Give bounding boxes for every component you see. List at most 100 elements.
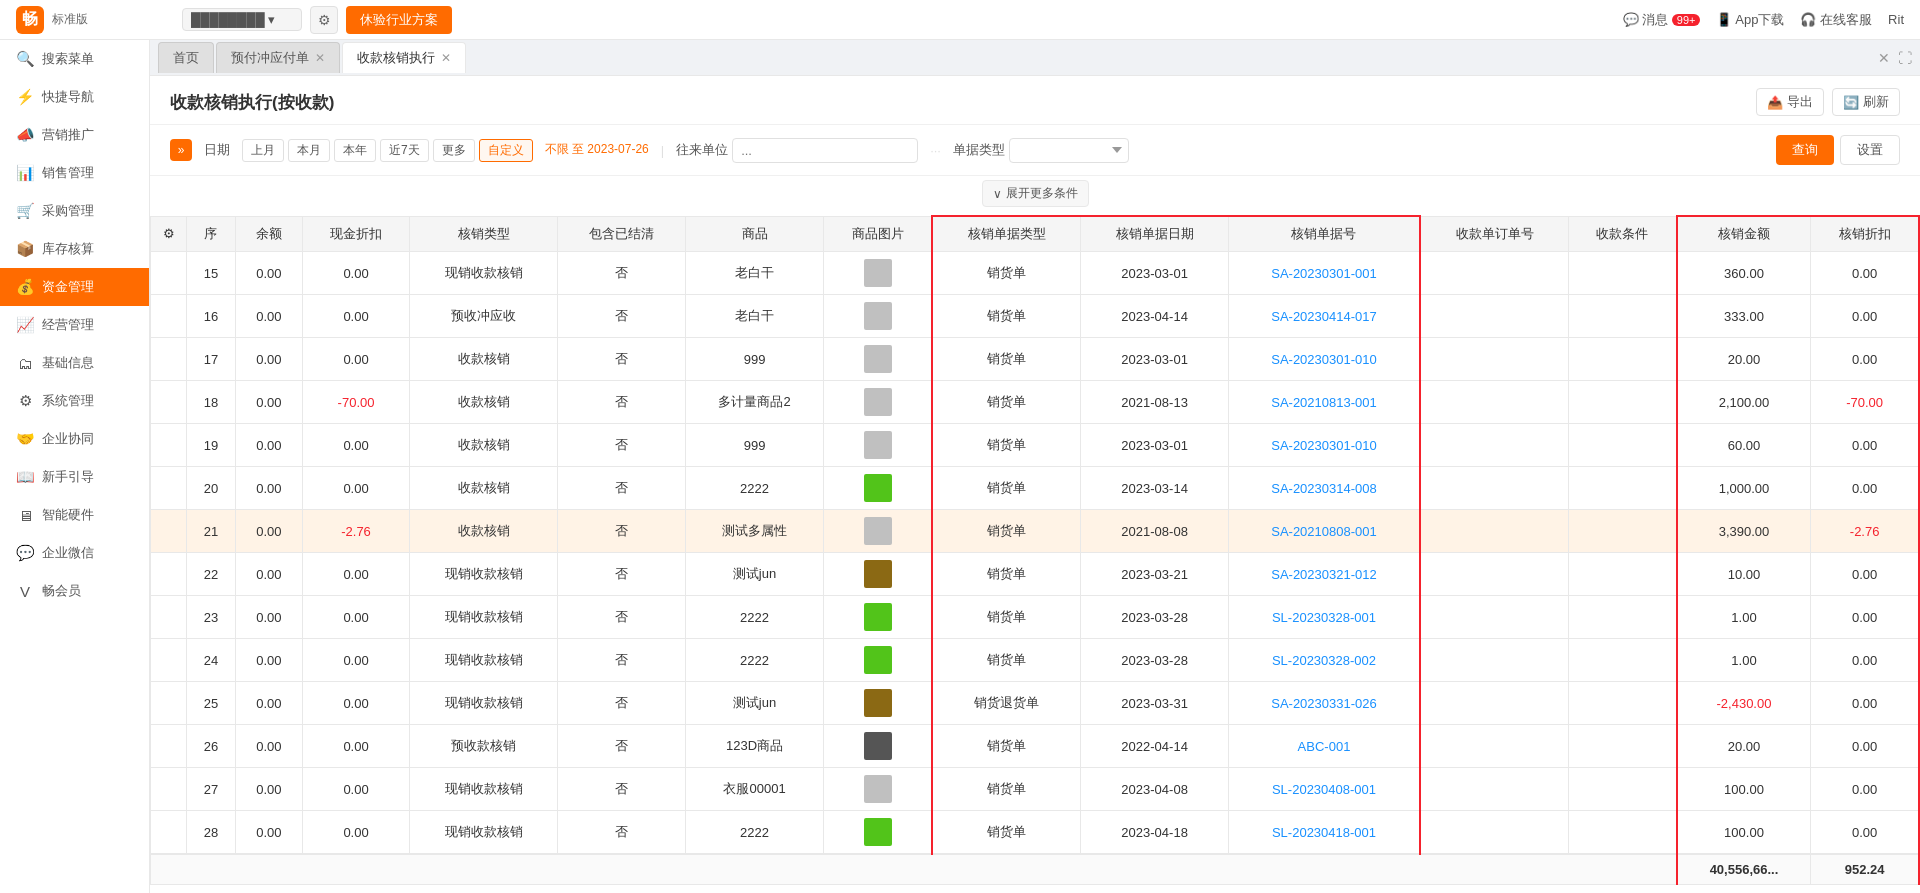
cell-verify-bill-no[interactable]: SL-20230328-001 xyxy=(1229,596,1420,639)
sidebar-item-hardware[interactable]: 🖥 智能硬件 xyxy=(0,496,149,534)
cell-gear[interactable] xyxy=(151,381,187,424)
gear-button[interactable]: ⚙ xyxy=(310,6,338,34)
date-tag-7days[interactable]: 近7天 xyxy=(380,139,429,162)
sidebar-item-system[interactable]: ⚙ 系统管理 xyxy=(0,382,149,420)
company-selector[interactable]: ████████ ▾ xyxy=(182,8,302,31)
table-row[interactable]: 17 0.00 0.00 收款核销 否 999 销货单 2023-03-01 S… xyxy=(151,338,1920,381)
cell-gear[interactable] xyxy=(151,811,187,855)
verify-bill-no-link[interactable]: SA-20210813-001 xyxy=(1271,395,1377,410)
cell-verify-bill-no[interactable]: SA-20230414-017 xyxy=(1229,295,1420,338)
date-tag-this-month[interactable]: 本月 xyxy=(288,139,330,162)
verify-bill-no-link[interactable]: SA-20230301-001 xyxy=(1271,266,1377,281)
cell-verify-bill-no[interactable]: SA-20210808-001 xyxy=(1229,510,1420,553)
tab-home[interactable]: 首页 xyxy=(158,42,214,73)
table-row[interactable]: 16 0.00 0.00 预收冲应收 否 老白干 销货单 2023-04-14 … xyxy=(151,295,1920,338)
verify-bill-no-link[interactable]: SA-20230321-012 xyxy=(1271,567,1377,582)
sidebar-item-operations[interactable]: 📈 经营管理 xyxy=(0,306,149,344)
settings-button[interactable]: 设置 xyxy=(1840,135,1900,165)
export-button[interactable]: 📤 导出 xyxy=(1756,88,1824,116)
partner-input[interactable] xyxy=(732,138,918,163)
cell-gear[interactable] xyxy=(151,424,187,467)
tab-close-all[interactable]: ✕ xyxy=(1878,50,1890,66)
verify-bill-no-link[interactable]: SA-20230301-010 xyxy=(1271,438,1377,453)
cell-verify-bill-no[interactable]: SA-20230301-010 xyxy=(1229,424,1420,467)
tab-receipt-verify[interactable]: 收款核销执行 ✕ xyxy=(342,42,466,73)
date-tag-last-month[interactable]: 上月 xyxy=(242,139,284,162)
cell-verify-bill-no[interactable]: SL-20230328-002 xyxy=(1229,639,1420,682)
cell-gear[interactable] xyxy=(151,725,187,768)
cell-verify-bill-no[interactable]: SA-20230301-001 xyxy=(1229,252,1420,295)
table-row[interactable]: 28 0.00 0.00 现销收款核销 否 2222 销货单 2023-04-1… xyxy=(151,811,1920,855)
table-row[interactable]: 18 0.00 -70.00 收款核销 否 多计量商品2 销货单 2021-08… xyxy=(151,381,1920,424)
cell-verify-bill-no[interactable]: SA-20210813-001 xyxy=(1229,381,1420,424)
date-tag-this-year[interactable]: 本年 xyxy=(334,139,376,162)
tab-prepay[interactable]: 预付冲应付单 ✕ xyxy=(216,42,340,73)
sidebar-item-basicinfo[interactable]: 🗂 基础信息 xyxy=(0,344,149,382)
verify-bill-no-link[interactable]: SA-20230331-026 xyxy=(1271,696,1377,711)
online-service[interactable]: 🎧 在线客服 xyxy=(1800,11,1872,29)
user-name[interactable]: Rit xyxy=(1888,12,1904,27)
verify-bill-no-link[interactable]: SA-20230301-010 xyxy=(1271,352,1377,367)
verify-bill-no-link[interactable]: ABC-001 xyxy=(1298,739,1351,754)
sidebar-item-inventory[interactable]: 📦 库存核算 xyxy=(0,230,149,268)
cell-verify-bill-no[interactable]: ABC-001 xyxy=(1229,725,1420,768)
cell-verify-bill-no[interactable]: SA-20230301-010 xyxy=(1229,338,1420,381)
industry-button[interactable]: 休验行业方案 xyxy=(346,6,452,34)
table-row[interactable]: 19 0.00 0.00 收款核销 否 999 销货单 2023-03-01 S… xyxy=(151,424,1920,467)
table-row[interactable]: 15 0.00 0.00 现销收款核销 否 老白干 销货单 2023-03-01… xyxy=(151,252,1920,295)
sidebar-item-marketing[interactable]: 📣 营销推广 xyxy=(0,116,149,154)
search-button[interactable]: 查询 xyxy=(1776,135,1834,165)
tab-prepay-close[interactable]: ✕ xyxy=(315,51,325,65)
cell-gear[interactable] xyxy=(151,553,187,596)
verify-bill-no-link[interactable]: SA-20230314-008 xyxy=(1271,481,1377,496)
cell-gear[interactable] xyxy=(151,338,187,381)
table-row[interactable]: 21 0.00 -2.76 收款核销 否 测试多属性 销货单 2021-08-0… xyxy=(151,510,1920,553)
sidebar-item-finance[interactable]: 💰 资金管理 xyxy=(0,268,149,306)
app-download[interactable]: 📱 App下载 xyxy=(1716,11,1784,29)
sidebar-item-purchase[interactable]: 🛒 采购管理 xyxy=(0,192,149,230)
verify-bill-no-link[interactable]: SA-20210808-001 xyxy=(1271,524,1377,539)
cell-gear[interactable] xyxy=(151,768,187,811)
sidebar-item-enterprise[interactable]: 🤝 企业协同 xyxy=(0,420,149,458)
tab-receipt-verify-close[interactable]: ✕ xyxy=(441,51,451,65)
table-row[interactable]: 20 0.00 0.00 收款核销 否 2222 销货单 2023-03-14 … xyxy=(151,467,1920,510)
verify-bill-no-link[interactable]: SA-20230414-017 xyxy=(1271,309,1377,324)
cell-gear[interactable] xyxy=(151,682,187,725)
cell-verify-bill-no[interactable]: SA-20230314-008 xyxy=(1229,467,1420,510)
sidebar-item-search[interactable]: 🔍 搜索菜单 xyxy=(0,40,149,78)
cell-gear[interactable] xyxy=(151,510,187,553)
cell-gear[interactable] xyxy=(151,295,187,338)
sidebar-item-wechat[interactable]: 💬 企业微信 xyxy=(0,534,149,572)
cell-gear[interactable] xyxy=(151,467,187,510)
table-row[interactable]: 26 0.00 0.00 预收款核销 否 123D商品 销货单 2022-04-… xyxy=(151,725,1920,768)
message-area[interactable]: 💬 消息 99+ xyxy=(1623,11,1701,29)
table-row[interactable]: 23 0.00 0.00 现销收款核销 否 2222 销货单 2023-03-2… xyxy=(151,596,1920,639)
verify-bill-no-link[interactable]: SL-20230328-001 xyxy=(1272,610,1376,625)
date-tag-more[interactable]: 更多 xyxy=(433,139,475,162)
voucher-type-select[interactable] xyxy=(1009,138,1129,163)
sidebar-item-vip[interactable]: V 畅会员 xyxy=(0,572,149,610)
verify-bill-no-link[interactable]: SL-20230328-002 xyxy=(1272,653,1376,668)
table-row[interactable]: 25 0.00 0.00 现销收款核销 否 测试jun 销货退货单 2023-0… xyxy=(151,682,1920,725)
tab-expand[interactable]: ⛶ xyxy=(1898,50,1912,66)
verify-bill-no-link[interactable]: SL-20230418-001 xyxy=(1272,825,1376,840)
sidebar-item-guide[interactable]: 📖 新手引导 xyxy=(0,458,149,496)
table-row[interactable]: 27 0.00 0.00 现销收款核销 否 衣服00001 销货单 2023-0… xyxy=(151,768,1920,811)
th-gear[interactable]: ⚙ xyxy=(151,216,187,252)
filter-toggle-button[interactable]: » xyxy=(170,139,192,161)
cell-verify-bill-no[interactable]: SA-20230321-012 xyxy=(1229,553,1420,596)
table-row[interactable]: 24 0.00 0.00 现销收款核销 否 2222 销货单 2023-03-2… xyxy=(151,639,1920,682)
cell-verify-bill-no[interactable]: SA-20230331-026 xyxy=(1229,682,1420,725)
cell-gear[interactable] xyxy=(151,596,187,639)
cell-verify-bill-no[interactable]: SL-20230418-001 xyxy=(1229,811,1420,855)
date-tag-custom[interactable]: 自定义 xyxy=(479,139,533,162)
cell-gear[interactable] xyxy=(151,639,187,682)
sidebar-item-sales[interactable]: 📊 销售管理 xyxy=(0,154,149,192)
cell-gear[interactable] xyxy=(151,252,187,295)
verify-bill-no-link[interactable]: SL-20230408-001 xyxy=(1272,782,1376,797)
sidebar-item-quicknav[interactable]: ⚡ 快捷导航 xyxy=(0,78,149,116)
expand-more-button[interactable]: ∨ 展开更多条件 xyxy=(982,180,1089,207)
table-row[interactable]: 22 0.00 0.00 现销收款核销 否 测试jun 销货单 2023-03-… xyxy=(151,553,1920,596)
refresh-button[interactable]: 🔄 刷新 xyxy=(1832,88,1900,116)
cell-verify-bill-no[interactable]: SL-20230408-001 xyxy=(1229,768,1420,811)
